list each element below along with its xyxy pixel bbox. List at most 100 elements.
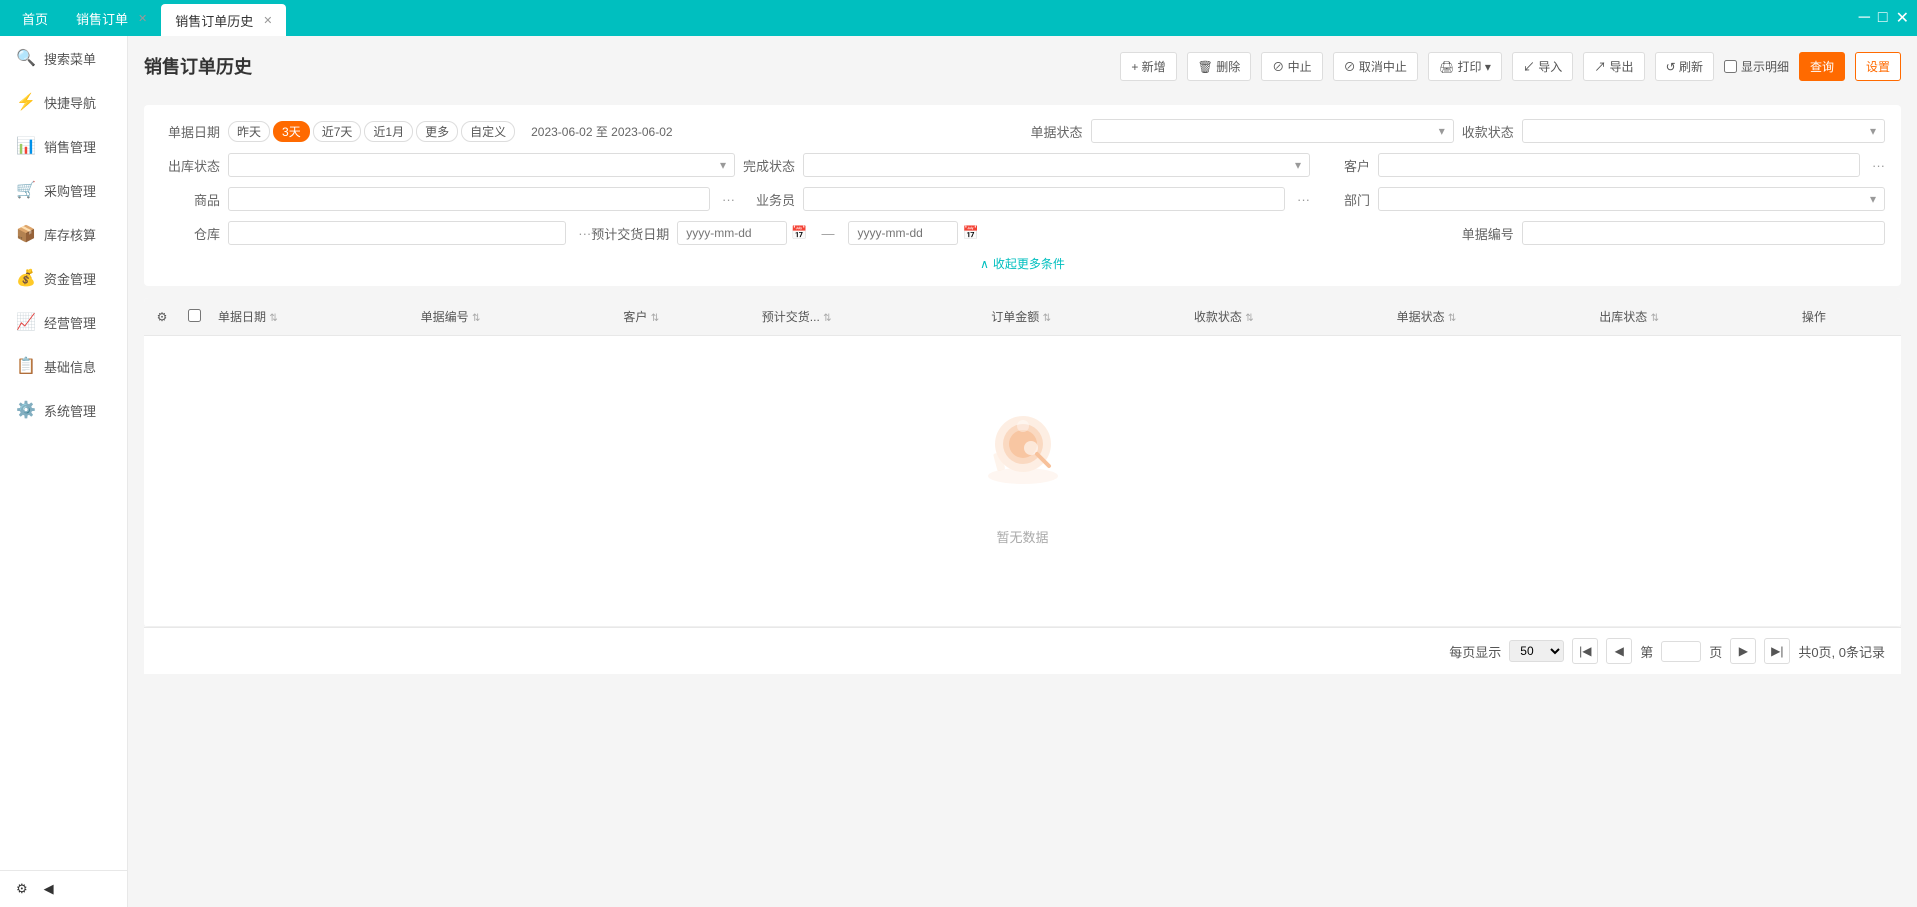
import-button[interactable]: ↙ 导入 (1512, 52, 1573, 81)
stop-button[interactable]: ⊘ 中止 (1261, 52, 1322, 81)
next-page-btn[interactable]: ▶ (1730, 638, 1756, 664)
empty-area: 暂无数据 (144, 336, 1901, 626)
settings-button[interactable]: 设置 (1855, 52, 1901, 81)
collapse-btn[interactable]: ∧ 收起更多条件 (160, 255, 1885, 272)
calendar-to-icon[interactable]: 📅 (962, 225, 978, 241)
tab-sales-order-close[interactable]: ✕ (138, 12, 147, 25)
sidebar-item-operations-mgmt[interactable]: 📈 经营管理 (0, 300, 127, 344)
export-button[interactable]: ↗ 导出 (1583, 52, 1644, 81)
show-detail-checkbox[interactable] (1724, 60, 1737, 73)
first-page-btn[interactable]: |◀ (1572, 638, 1598, 664)
content-area: 销售订单历史 + 新增 🗑 删除 ⊘ 中止 ⊘ 取消中止 🖨 打印 ▾ (128, 36, 1917, 907)
add-button-label: + 新增 (1131, 58, 1165, 75)
page-input[interactable]: 1 (1661, 641, 1701, 662)
chip-3days[interactable]: 3天 (273, 121, 310, 142)
department-select[interactable]: ▾ (1378, 187, 1885, 211)
completion-status-select[interactable]: ▾ (803, 153, 1310, 177)
th-order-status[interactable]: 单据状态 ⇅ (1389, 298, 1592, 336)
warehouse-input[interactable] (228, 221, 566, 245)
sidebar-item-system-mgmt[interactable]: ⚙️ 系统管理 (0, 388, 127, 432)
salesperson-dots[interactable]: ··· (1297, 192, 1310, 207)
sidebar-item-system-mgmt-label: 系统管理 (44, 401, 96, 420)
total-text: 共0页, 0条记录 (1798, 642, 1885, 661)
settings-button-label: 设置 (1866, 58, 1890, 75)
chip-yesterday[interactable]: 昨天 (228, 121, 270, 142)
filter-payment-status: 收款状态 ▾ (1454, 119, 1885, 143)
filter-salesperson: 业务员 ··· (735, 187, 1310, 211)
sidebar-item-search-menu[interactable]: 🔍 搜索菜单 (0, 36, 127, 80)
warehouse-label: 仓库 (160, 224, 220, 243)
show-detail-checkbox-wrapper[interactable]: 显示明细 (1724, 58, 1789, 75)
delivery-status-select[interactable]: ▾ (228, 153, 735, 177)
product-input[interactable] (228, 187, 710, 211)
close-btn[interactable]: ✕ (1896, 8, 1909, 28)
window-actions: ─ □ ✕ (1859, 8, 1909, 28)
add-button[interactable]: + 新增 (1120, 52, 1176, 81)
th-checkbox[interactable] (180, 298, 210, 336)
sidebar-item-purchase-mgmt[interactable]: 🛒 采购管理 (0, 168, 127, 212)
orders-table: ⚙ 单据日期 ⇅ 单据编号 ⇅ 客户 ⇅ (144, 298, 1901, 627)
basic-info-icon: 📋 (16, 356, 36, 376)
print-button[interactable]: 🖨 打印 ▾ (1428, 52, 1502, 81)
minimize-btn[interactable]: ─ (1859, 9, 1870, 27)
th-payment-status[interactable]: 收款状态 ⇅ (1186, 298, 1389, 336)
customer-dots[interactable]: ··· (1872, 158, 1885, 173)
sort-order-date-icon: ⇅ (269, 313, 277, 324)
query-button-label: 查询 (1810, 58, 1834, 75)
sidebar-item-fund-mgmt[interactable]: 💰 资金管理 (0, 256, 127, 300)
sidebar-item-inventory-check[interactable]: 📦 库存核算 (0, 212, 127, 256)
tab-sales-order-history[interactable]: 销售订单历史 ✕ (161, 4, 286, 36)
maximize-btn[interactable]: □ (1878, 9, 1888, 27)
tab-sales-order-history-close[interactable]: ✕ (263, 14, 272, 27)
sidebar-item-quick-nav[interactable]: ⚡ 快捷导航 (0, 80, 127, 124)
date-chips: 昨天 3天 近7天 近1月 更多 自定义 (228, 121, 515, 142)
chip-1month[interactable]: 近1月 (364, 121, 413, 142)
last-page-btn[interactable]: ▶| (1764, 638, 1790, 664)
cancel-stop-button[interactable]: ⊘ 取消中止 (1333, 52, 1418, 81)
toolbar: + 新增 🗑 删除 ⊘ 中止 ⊘ 取消中止 🖨 打印 ▾ ↙ 导入 (1120, 52, 1901, 81)
chip-more[interactable]: 更多 (416, 121, 458, 142)
customer-input[interactable] (1378, 153, 1860, 177)
sidebar-item-basic-info[interactable]: 📋 基础信息 (0, 344, 127, 388)
sidebar-item-fund-mgmt-label: 资金管理 (44, 269, 96, 288)
sidebar: 🔍 搜索菜单 ⚡ 快捷导航 📊 销售管理 🛒 采购管理 📦 库存核算 💰 资金管… (0, 36, 128, 907)
prev-page-btn[interactable]: ◀ (1606, 638, 1632, 664)
page-size-select[interactable]: 50 10 20 100 (1509, 640, 1564, 662)
warehouse-dots[interactable]: ··· (578, 226, 591, 241)
chip-7days[interactable]: 近7天 (313, 121, 362, 142)
th-order-amount[interactable]: 订单金额 ⇅ (983, 298, 1186, 336)
query-button[interactable]: 查询 (1799, 52, 1845, 81)
th-customer[interactable]: 客户 ⇅ (615, 298, 753, 336)
sidebar-item-basic-info-label: 基础信息 (44, 357, 96, 376)
expected-date-to[interactable] (848, 221, 958, 245)
quick-nav-icon: ⚡ (16, 92, 36, 112)
tab-home[interactable]: 首页 (8, 0, 62, 36)
th-delivery-status[interactable]: 出库状态 ⇅ (1591, 298, 1794, 336)
th-order-date[interactable]: 单据日期 ⇅ (210, 298, 413, 336)
order-number-input[interactable] (1522, 221, 1885, 245)
calendar-from-icon[interactable]: 📅 (791, 225, 807, 241)
filter-area: 单据日期 昨天 3天 近7天 近1月 更多 自定义 2023-06-02 至 2… (144, 105, 1901, 286)
payment-status-select[interactable]: ▾ (1522, 119, 1885, 143)
order-status-select[interactable]: ▾ (1091, 119, 1454, 143)
select-all-checkbox[interactable] (188, 309, 201, 322)
refresh-button[interactable]: ↺ 刷新 (1655, 52, 1714, 81)
chip-custom[interactable]: 自定义 (461, 121, 515, 142)
sort-payment-status-icon: ⇅ (1245, 313, 1253, 324)
th-settings[interactable]: ⚙ (144, 298, 180, 336)
system-mgmt-icon: ⚙️ (16, 400, 36, 420)
expected-date-from[interactable] (677, 221, 787, 245)
th-order-number[interactable]: 单据编号 ⇅ (413, 298, 616, 336)
salesperson-input[interactable] (803, 187, 1285, 211)
th-expected-delivery[interactable]: 预计交货... ⇅ (754, 298, 983, 336)
order-status-label: 单据状态 (1023, 122, 1083, 141)
tab-sales-order[interactable]: 销售订单 ✕ (62, 0, 161, 36)
sidebar-collapse-icon[interactable]: ◀ (44, 881, 54, 897)
product-dots[interactable]: ··· (722, 192, 735, 207)
import-button-label: ↙ 导入 (1523, 58, 1562, 75)
main-layout: 🔍 搜索菜单 ⚡ 快捷导航 📊 销售管理 🛒 采购管理 📦 库存核算 💰 资金管… (0, 36, 1917, 907)
page-title: 销售订单历史 (144, 53, 252, 79)
delete-button[interactable]: 🗑 删除 (1187, 52, 1252, 81)
sidebar-settings-icon[interactable]: ⚙ (16, 881, 28, 897)
sidebar-item-sales-mgmt[interactable]: 📊 销售管理 (0, 124, 127, 168)
